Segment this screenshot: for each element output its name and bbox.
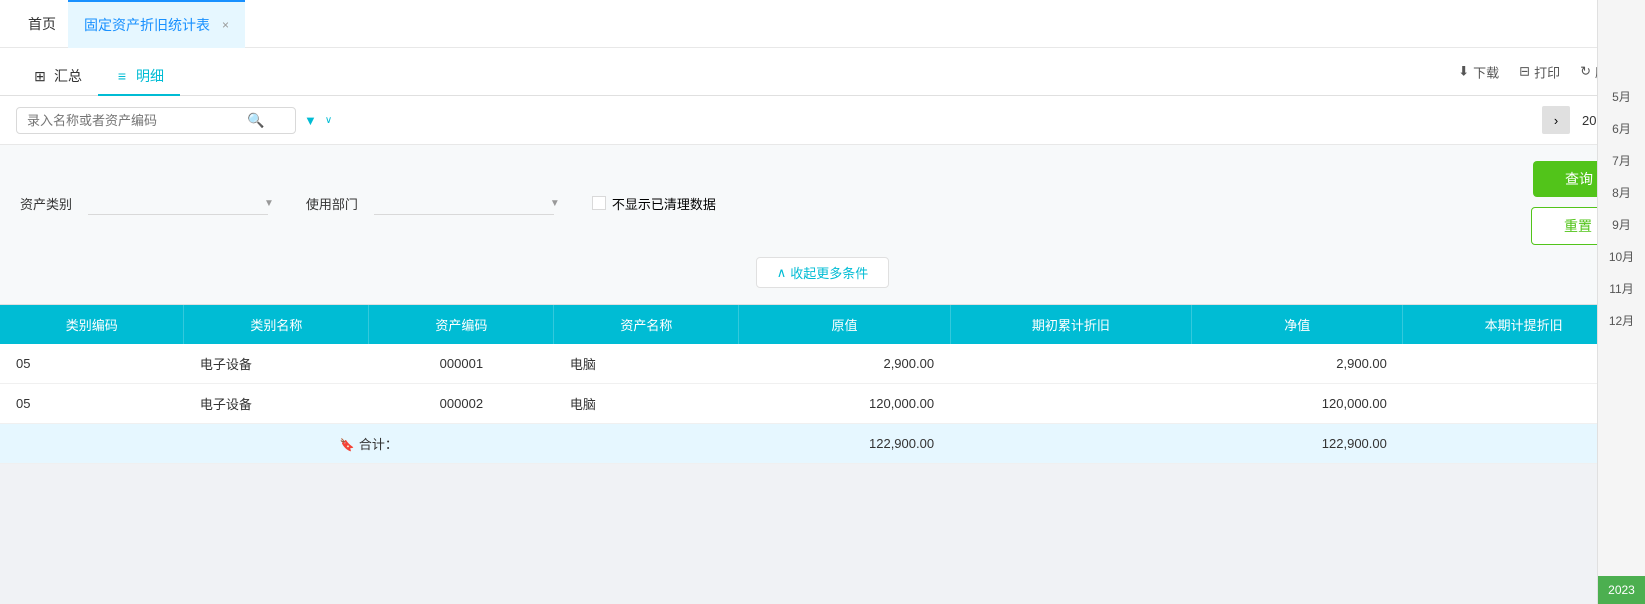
col-original-value: 原值 bbox=[739, 305, 950, 344]
cell-category-name: 电子设备 bbox=[184, 384, 369, 424]
sidebar-year: 2023 bbox=[1598, 576, 1645, 604]
cell-category-code: 05 bbox=[0, 384, 184, 424]
cell-category-name: 电子设备 bbox=[184, 344, 369, 384]
detail-icon: ≡ bbox=[114, 68, 130, 84]
col-asset-code: 资产编码 bbox=[369, 305, 554, 344]
cell-accumulated-depreciation bbox=[950, 384, 1192, 424]
cell-net-value: 120,000.00 bbox=[1192, 384, 1403, 424]
asset-category-arrow-icon: ▼ bbox=[264, 198, 274, 209]
asset-category-select[interactable] bbox=[88, 191, 268, 215]
cell-asset-code: 000002 bbox=[369, 384, 554, 424]
sidebar-month-item[interactable]: 5月 bbox=[1602, 80, 1642, 112]
cell-asset-name: 电脑 bbox=[554, 344, 739, 384]
tab-detail[interactable]: ≡ 明细 bbox=[98, 58, 180, 96]
sidebar-month-item[interactable]: 10月 bbox=[1602, 240, 1642, 272]
sidebar-month-item[interactable]: 7月 bbox=[1602, 144, 1642, 176]
col-asset-name: 资产名称 bbox=[554, 305, 739, 344]
summary-original-value: 122,900.00 bbox=[739, 424, 950, 464]
table-header-row: 类别编码 类别名称 资产编码 资产名称 原值 期初累计折旧 净值 本期计提折旧 bbox=[0, 305, 1645, 344]
data-table: 类别编码 类别名称 资产编码 资产名称 原值 期初累计折旧 净值 本期计提折旧 … bbox=[0, 305, 1645, 464]
table-row: 05 电子设备 000001 电脑 2,900.00 2,900.00 bbox=[0, 344, 1645, 384]
more-conditions-btn[interactable]: ▼ ∨ bbox=[304, 113, 332, 128]
col-net-value: 净值 bbox=[1192, 305, 1403, 344]
table-row: 05 电子设备 000002 电脑 120,000.00 120,000.00 bbox=[0, 384, 1645, 424]
tab-detail-label: 明细 bbox=[136, 66, 164, 86]
collapse-button[interactable]: ∧ 收起更多条件 bbox=[756, 257, 890, 288]
summary-row: 🔖合计： 122,900.00 122,900.00 bbox=[0, 424, 1645, 464]
summary-asset-name bbox=[554, 424, 739, 464]
col-category-name: 类别名称 bbox=[184, 305, 369, 344]
cell-original-value: 120,000.00 bbox=[739, 384, 950, 424]
tab-label: 固定资产折旧统计表 bbox=[84, 15, 210, 35]
search-bar: 🔍 ▼ ∨ › 2023.01 bbox=[0, 96, 1645, 145]
hide-cleared-wrap: 不显示已清理数据 bbox=[592, 194, 716, 213]
date-nav-arrow[interactable]: › bbox=[1542, 106, 1570, 134]
collapse-bar: ∧ 收起更多条件 bbox=[20, 257, 1625, 288]
home-nav[interactable]: 首页 bbox=[16, 14, 68, 34]
filter-icon: ▼ bbox=[304, 113, 317, 128]
cell-original-value: 2,900.00 bbox=[739, 344, 950, 384]
sidebar-month-item[interactable]: 12月 bbox=[1602, 304, 1642, 336]
refresh-icon: ↻ bbox=[1580, 64, 1591, 80]
summary-icon-cell bbox=[0, 424, 184, 464]
department-select[interactable] bbox=[374, 191, 554, 215]
cell-net-value: 2,900.00 bbox=[1192, 344, 1403, 384]
collapse-label: 收起更多条件 bbox=[790, 263, 868, 282]
asset-category-field: 资产类别 ▼ bbox=[20, 191, 274, 215]
summary-accumulated bbox=[950, 424, 1192, 464]
department-arrow-icon: ▼ bbox=[550, 198, 560, 209]
download-label: 下载 bbox=[1473, 62, 1499, 81]
col-accumulated-depreciation: 期初累计折旧 bbox=[950, 305, 1192, 344]
cell-asset-name: 电脑 bbox=[554, 384, 739, 424]
active-tab[interactable]: 固定资产折旧统计表 × bbox=[68, 0, 245, 48]
summary-net-value: 122,900.00 bbox=[1192, 424, 1403, 464]
cell-accumulated-depreciation bbox=[950, 344, 1192, 384]
sidebar-month-item[interactable]: 11月 bbox=[1602, 272, 1642, 304]
department-label: 使用部门 bbox=[306, 194, 366, 213]
search-icon[interactable]: 🔍 bbox=[247, 112, 264, 129]
sub-tabs-bar: ⊞ 汇总 ≡ 明细 ⬇ 下载 ⊟ 打印 ↻ 刷新 bbox=[0, 48, 1645, 96]
tab-summary[interactable]: ⊞ 汇总 bbox=[16, 58, 98, 96]
col-category-code: 类别编码 bbox=[0, 305, 184, 344]
cell-asset-code: 000001 bbox=[369, 344, 554, 384]
hide-cleared-label: 不显示已清理数据 bbox=[612, 194, 716, 213]
summary-label: 🔖合计： bbox=[184, 424, 554, 464]
download-icon: ⬇ bbox=[1458, 64, 1469, 80]
summary-icon: ⊞ bbox=[32, 68, 48, 84]
chevron-down-icon: ∨ bbox=[325, 115, 332, 126]
search-input[interactable] bbox=[27, 113, 247, 128]
filter-area: 资产类别 ▼ 使用部门 ▼ 不显示已清理数据 查询 重置 ∧ 收起更多条件 bbox=[0, 145, 1645, 305]
search-input-wrap[interactable]: 🔍 bbox=[16, 107, 296, 134]
right-sidebar: 5月6月7月8月9月10月11月12月 2023 bbox=[1597, 0, 1645, 604]
download-button[interactable]: ⬇ 下载 bbox=[1458, 62, 1499, 81]
print-label: 打印 bbox=[1534, 62, 1560, 81]
table-wrap: 类别编码 类别名称 资产编码 资产名称 原值 期初累计折旧 净值 本期计提折旧 … bbox=[0, 305, 1645, 464]
print-button[interactable]: ⊟ 打印 bbox=[1519, 62, 1560, 81]
asset-category-label: 资产类别 bbox=[20, 194, 80, 213]
sidebar-month-item[interactable]: 9月 bbox=[1602, 208, 1642, 240]
print-icon: ⊟ bbox=[1519, 64, 1530, 80]
tab-close-icon[interactable]: × bbox=[222, 18, 229, 32]
tab-summary-label: 汇总 bbox=[54, 66, 82, 86]
sidebar-month-item[interactable]: 8月 bbox=[1602, 176, 1642, 208]
department-field: 使用部门 ▼ bbox=[306, 191, 560, 215]
cell-category-code: 05 bbox=[0, 344, 184, 384]
sidebar-month-item[interactable]: 6月 bbox=[1602, 112, 1642, 144]
hide-cleared-checkbox[interactable] bbox=[592, 196, 606, 210]
chevron-up-icon: ∧ bbox=[777, 265, 787, 281]
